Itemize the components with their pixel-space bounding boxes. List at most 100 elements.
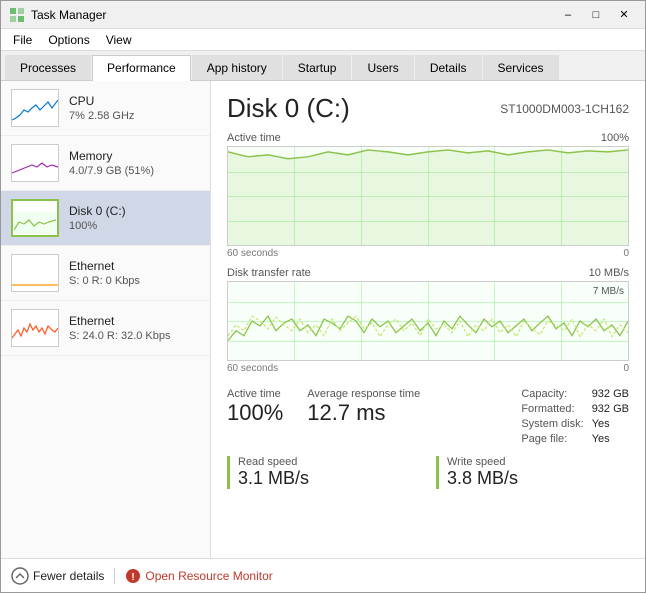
disk-model: ST1000DM003-1CH162	[500, 102, 629, 116]
menu-view[interactable]: View	[98, 31, 140, 49]
page-file-key: Page file:	[521, 433, 583, 445]
minimize-button[interactable]: –	[555, 5, 581, 25]
window-title: Task Manager	[31, 8, 106, 22]
menu-options[interactable]: Options	[40, 31, 97, 49]
capacity-key: Capacity:	[521, 388, 583, 400]
speed-row: Read speed 3.1 MB/s Write speed 3.8 MB/s	[227, 456, 629, 489]
tab-app-history[interactable]: App history	[192, 55, 282, 80]
write-speed-value: 3.8 MB/s	[447, 468, 629, 489]
ethernet2-info: Ethernet S: 24.0 R: 32.0 Kbps	[69, 314, 200, 342]
tab-performance[interactable]: Performance	[92, 55, 191, 81]
tab-bar: Processes Performance App history Startu…	[1, 51, 645, 81]
transfer-60s: 60 seconds	[227, 363, 278, 374]
ethernet1-thumbnail	[11, 254, 59, 292]
disk-title: Disk 0 (C:)	[227, 93, 350, 124]
tab-details[interactable]: Details	[415, 55, 482, 80]
sidebar-item-cpu[interactable]: CPU 7% 2.58 GHz	[1, 81, 210, 136]
memory-label: Memory	[69, 149, 200, 163]
read-speed-block: Read speed 3.1 MB/s	[227, 456, 420, 489]
disk-thumbnail	[11, 199, 59, 237]
transfer-bottom-row: 60 seconds 0	[227, 363, 629, 374]
menu-bar: File Options View	[1, 29, 645, 51]
footer-separator	[114, 568, 115, 584]
task-manager-window: Task Manager – □ ✕ File Options View Pro…	[0, 0, 646, 593]
formatted-key: Formatted:	[521, 403, 583, 415]
active-time-section: Active time 100%	[227, 132, 629, 259]
active-time-label-row: Active time 100%	[227, 132, 629, 144]
active-time-chart-max: 100%	[601, 132, 629, 144]
perf-stats: Active time 100% Average response time 1…	[227, 388, 521, 426]
memory-thumbnail	[11, 144, 59, 182]
sidebar: CPU 7% 2.58 GHz Memory 4.0/7.9 GB (51%)	[1, 81, 211, 558]
page-file-value: Yes	[592, 433, 629, 445]
active-time-0: 0	[623, 248, 629, 259]
sidebar-item-ethernet1[interactable]: Ethernet S: 0 R: 0 Kbps	[1, 246, 210, 301]
disk-label: Disk 0 (C:)	[69, 204, 200, 218]
write-speed-block: Write speed 3.8 MB/s	[436, 456, 629, 489]
formatted-value: 932 GB	[592, 403, 629, 415]
transfer-0: 0	[623, 363, 629, 374]
transfer-rate-chart: 7 MB/s	[227, 281, 629, 361]
stats-area: Active time 100% Average response time 1…	[227, 388, 629, 448]
disk-info: Disk 0 (C:) 100%	[69, 204, 200, 232]
write-speed-label: Write speed	[447, 456, 629, 468]
spec-keys: Capacity: Formatted: System disk: Page f…	[521, 388, 583, 448]
avg-response-label: Average response time	[307, 388, 420, 400]
transfer-rate-section: Disk transfer rate 10 MB/s 7 MB/s	[227, 267, 629, 374]
active-time-chart-label: Active time	[227, 132, 281, 144]
title-bar: Task Manager – □ ✕	[1, 1, 645, 29]
sidebar-item-disk[interactable]: Disk 0 (C:) 100%	[1, 191, 210, 246]
fewer-details-icon	[11, 567, 29, 585]
active-time-60s: 60 seconds	[227, 248, 278, 259]
memory-info: Memory 4.0/7.9 GB (51%)	[69, 149, 200, 177]
disk-detail-panel: Disk 0 (C:) ST1000DM003-1CH162 Active ti…	[211, 81, 645, 558]
ethernet2-label: Ethernet	[69, 314, 200, 328]
ethernet1-info: Ethernet S: 0 R: 0 Kbps	[69, 259, 200, 287]
cpu-info: CPU 7% 2.58 GHz	[69, 94, 200, 122]
cpu-value: 7% 2.58 GHz	[69, 110, 200, 122]
active-time-bottom-row: 60 seconds 0	[227, 248, 629, 259]
sidebar-item-memory[interactable]: Memory 4.0/7.9 GB (51%)	[1, 136, 210, 191]
avg-response-value: 12.7 ms	[307, 400, 420, 426]
open-resource-monitor-link[interactable]: ! Open Resource Monitor	[125, 568, 272, 584]
footer: Fewer details ! Open Resource Monitor	[1, 558, 645, 592]
resource-monitor-icon: !	[125, 568, 141, 584]
open-resource-label: Open Resource Monitor	[145, 569, 272, 583]
ethernet2-thumbnail	[11, 309, 59, 347]
cpu-thumbnail	[11, 89, 59, 127]
disk-value: 100%	[69, 220, 200, 232]
tab-startup[interactable]: Startup	[283, 55, 352, 80]
svg-text:!: !	[132, 572, 135, 583]
avg-response-stat: Average response time 12.7 ms	[307, 388, 420, 426]
spec-values: 932 GB 932 GB Yes Yes	[592, 388, 629, 448]
ethernet1-value: S: 0 R: 0 Kbps	[69, 275, 200, 287]
capacity-value: 932 GB	[592, 388, 629, 400]
read-speed-value: 3.1 MB/s	[238, 468, 420, 489]
disk-header: Disk 0 (C:) ST1000DM003-1CH162	[227, 93, 629, 124]
transfer-rate-label-row: Disk transfer rate 10 MB/s	[227, 267, 629, 279]
menu-file[interactable]: File	[5, 31, 40, 49]
read-speed-label: Read speed	[238, 456, 420, 468]
window-controls: – □ ✕	[555, 5, 637, 25]
close-button[interactable]: ✕	[611, 5, 637, 25]
system-disk-key: System disk:	[521, 418, 583, 430]
main-content: CPU 7% 2.58 GHz Memory 4.0/7.9 GB (51%)	[1, 81, 645, 558]
title-bar-left: Task Manager	[9, 7, 106, 23]
disk-specs: Capacity: Formatted: System disk: Page f…	[521, 388, 629, 448]
tab-services[interactable]: Services	[483, 55, 559, 80]
sidebar-item-ethernet2[interactable]: Ethernet S: 24.0 R: 32.0 Kbps	[1, 301, 210, 356]
active-time-chart	[227, 146, 629, 246]
app-icon	[9, 7, 25, 23]
system-disk-value: Yes	[592, 418, 629, 430]
transfer-chart-label: Disk transfer rate	[227, 267, 311, 279]
active-time-stat-value: 100%	[227, 400, 283, 426]
active-time-stat-label: Active time	[227, 388, 283, 400]
fewer-details-button[interactable]: Fewer details	[11, 567, 104, 585]
tab-users[interactable]: Users	[352, 55, 413, 80]
maximize-button[interactable]: □	[583, 5, 609, 25]
transfer-chart-max: 10 MB/s	[589, 267, 629, 279]
tab-processes[interactable]: Processes	[5, 55, 91, 80]
ethernet2-value: S: 24.0 R: 32.0 Kbps	[69, 330, 200, 342]
ethernet1-label: Ethernet	[69, 259, 200, 273]
fewer-details-label: Fewer details	[33, 569, 104, 583]
